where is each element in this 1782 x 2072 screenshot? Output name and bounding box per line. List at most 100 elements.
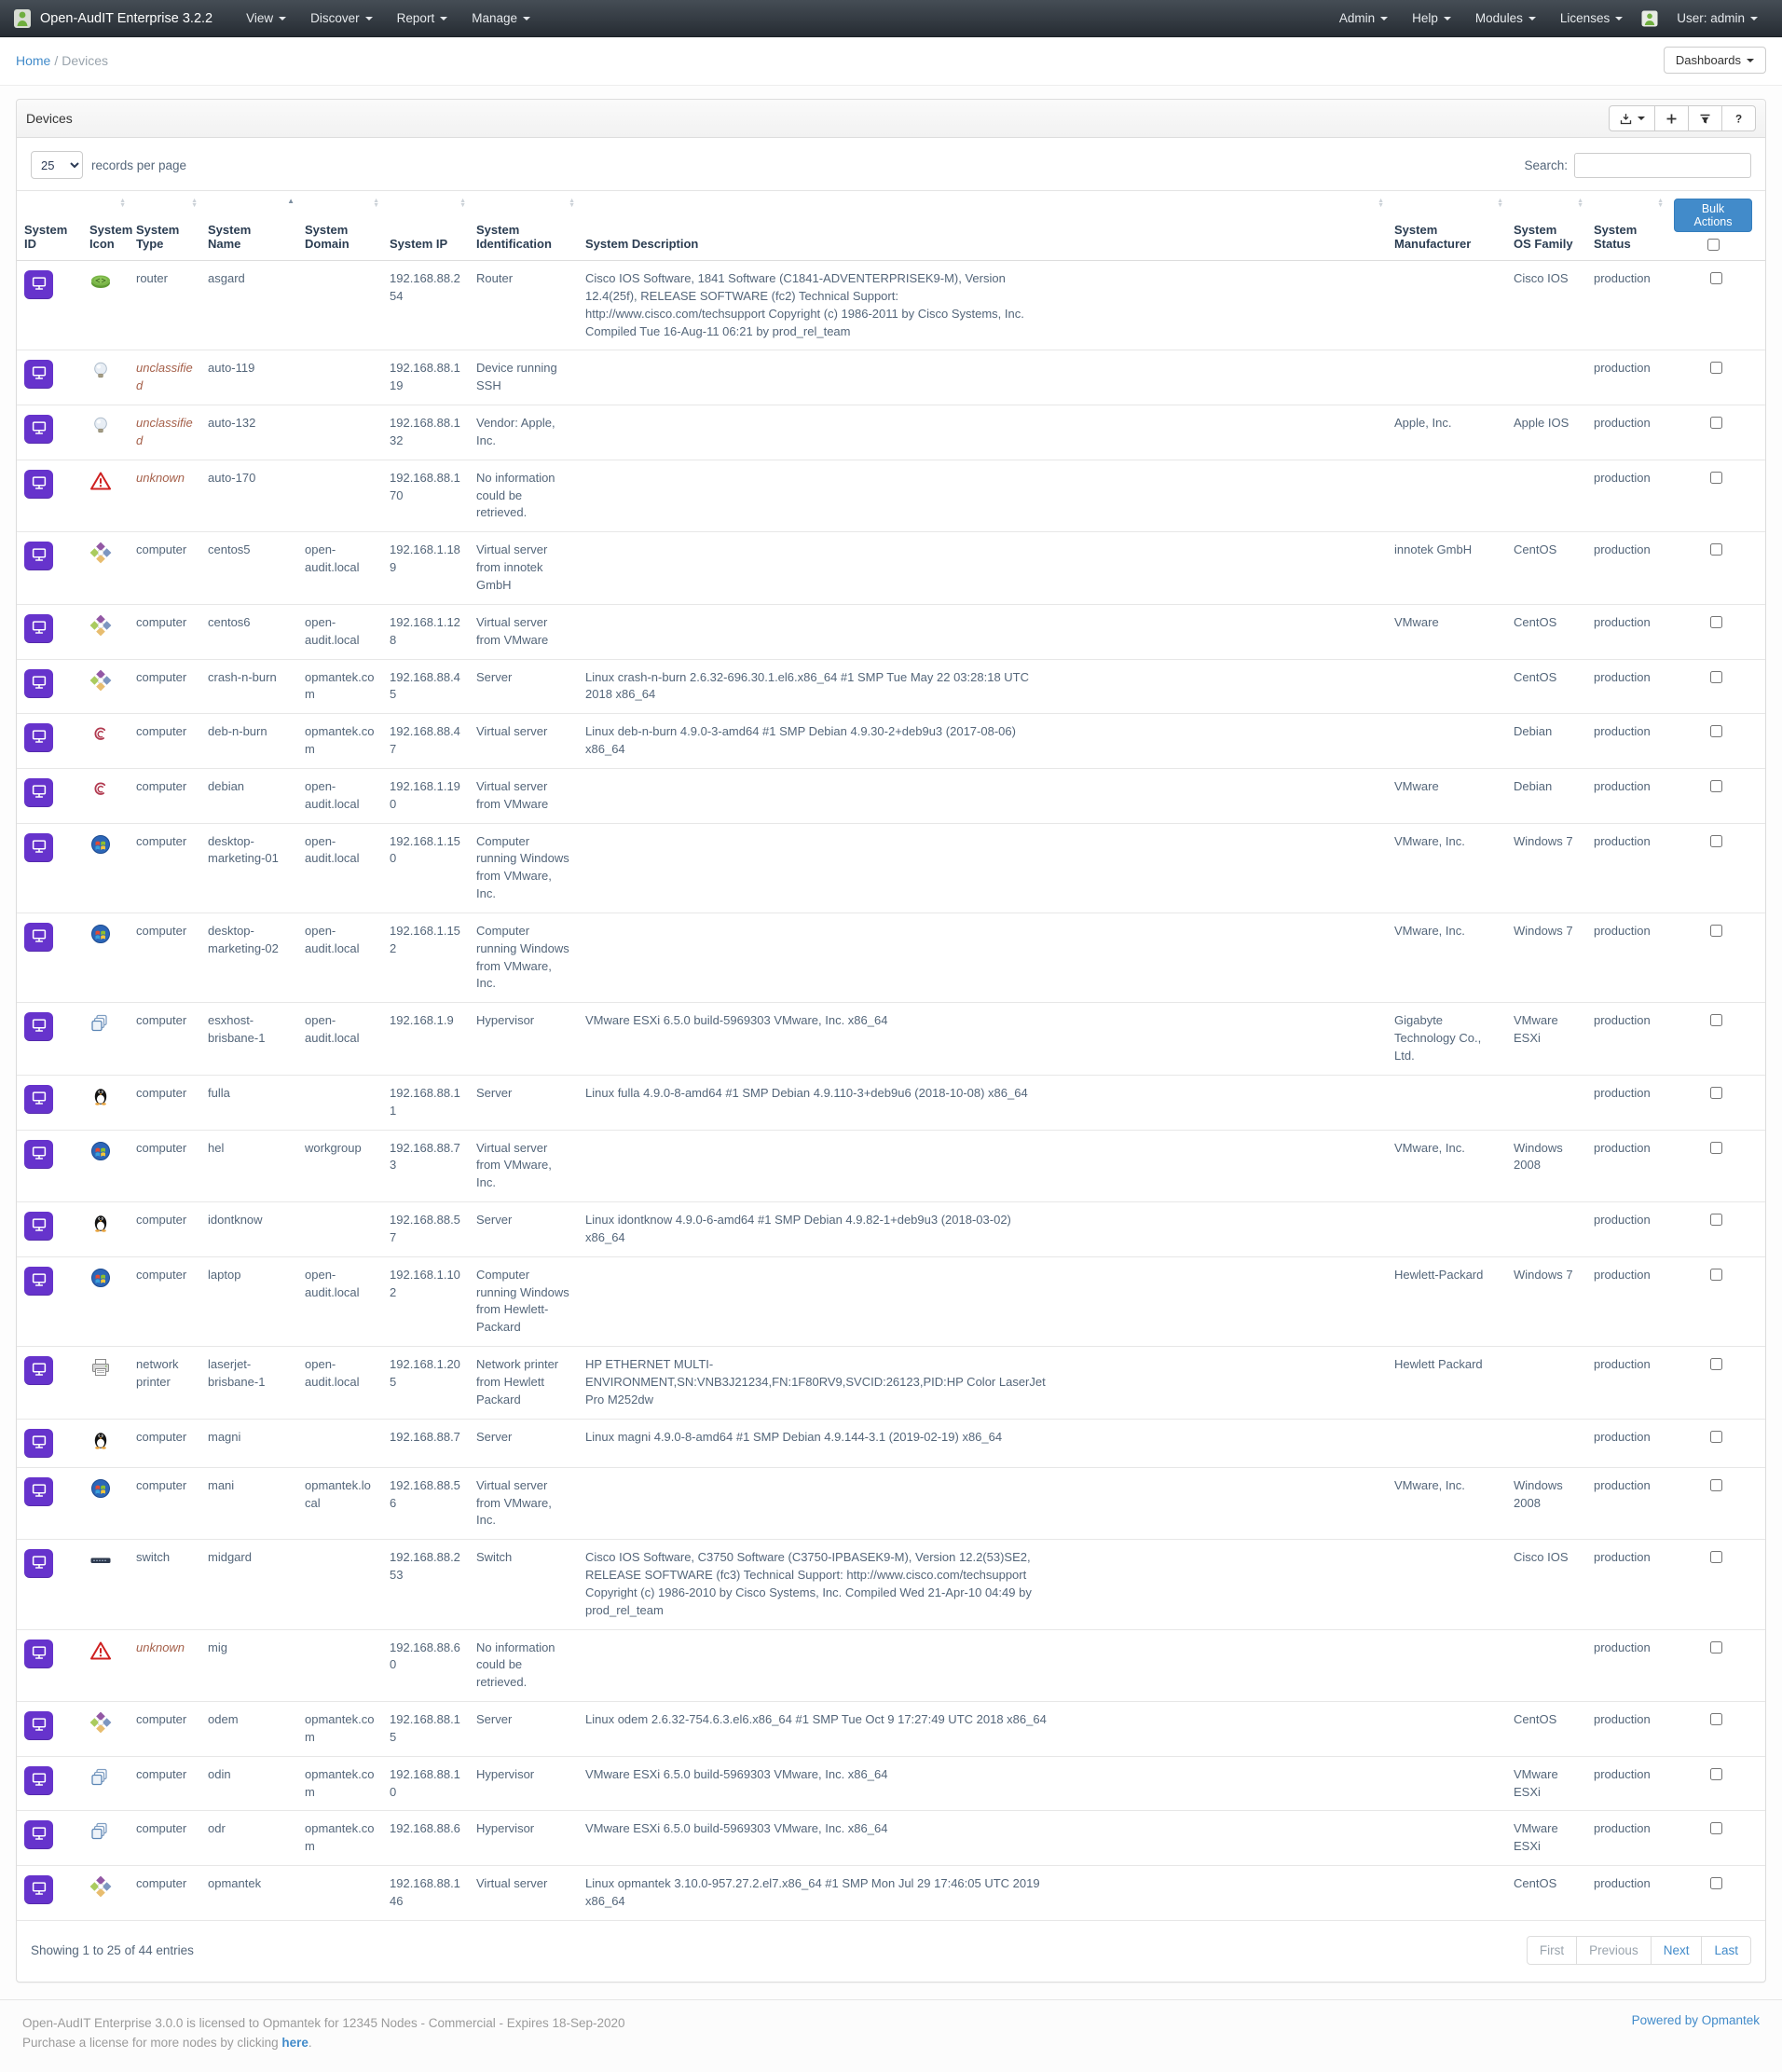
row-select-checkbox[interactable] <box>1709 1713 1722 1726</box>
device-details-button[interactable] <box>24 668 53 698</box>
column-header-system-ip[interactable]: System IP ▲ ▼ <box>382 190 469 261</box>
column-header-system-manufacturer[interactable]: System Manufacturer ▲ ▼ <box>1387 190 1506 261</box>
device-details-button[interactable] <box>24 1266 53 1296</box>
column-header-system-status[interactable]: System Status ▲ ▼ <box>1586 190 1666 261</box>
device-details-button[interactable] <box>24 1212 53 1242</box>
purchase-here-link[interactable]: here <box>281 2036 308 2050</box>
system-type: unclassified <box>129 350 200 405</box>
device-details-button[interactable] <box>24 1820 53 1850</box>
row-select-checkbox[interactable] <box>1709 670 1722 683</box>
monitor-icon <box>30 926 48 948</box>
device-details-button[interactable] <box>24 1356 53 1386</box>
breadcrumb-home-link[interactable]: Home <box>16 53 50 68</box>
dashboards-button[interactable]: Dashboards <box>1663 47 1766 74</box>
monitor-icon <box>30 419 48 440</box>
column-header-system-icon[interactable]: System Icon ▲ ▼ <box>82 190 132 261</box>
user-menu-label: User: admin <box>1677 11 1745 25</box>
row-select-checkbox[interactable] <box>1709 1430 1722 1443</box>
row-select-checkbox[interactable] <box>1709 1268 1722 1281</box>
select-all-checkbox[interactable] <box>1707 239 1720 251</box>
device-details-button[interactable] <box>24 1711 53 1741</box>
device-details-button[interactable] <box>24 1428 53 1458</box>
bulk-actions-button[interactable]: Bulk Actions <box>1674 199 1752 232</box>
device-details-button[interactable] <box>24 415 53 445</box>
row-select-checkbox[interactable] <box>1709 779 1722 792</box>
device-details-button[interactable] <box>24 542 53 571</box>
row-select-checkbox[interactable] <box>1709 471 1722 484</box>
device-details-button[interactable] <box>24 1639 53 1668</box>
column-label: System OS Family <box>1514 223 1573 251</box>
create-button[interactable] <box>1654 105 1689 131</box>
user-icon <box>1641 10 1658 27</box>
help-button[interactable]: ? <box>1721 105 1756 131</box>
device-details-button[interactable] <box>24 1139 53 1169</box>
menu-view[interactable]: View <box>235 2 297 34</box>
showing-entries-label: Showing 1 to 25 of 44 entries <box>31 1942 194 1957</box>
row-select-checkbox[interactable] <box>1709 1551 1722 1564</box>
device-details-button[interactable] <box>24 832 53 862</box>
device-details-button[interactable] <box>24 1084 53 1114</box>
row-select-checkbox[interactable] <box>1709 272 1722 284</box>
menu-admin[interactable]: Admin <box>1328 2 1399 34</box>
menu-discover[interactable]: Discover <box>299 2 384 34</box>
pagination-last-button[interactable]: Last <box>1701 1935 1751 1965</box>
system-name: centos6 <box>200 603 297 659</box>
device-details-button[interactable] <box>24 1765 53 1795</box>
column-header-system-name[interactable]: System Name ▲▼ <box>200 190 297 261</box>
filter-button[interactable] <box>1688 105 1722 131</box>
system-domain <box>297 1418 382 1468</box>
row-select-checkbox[interactable] <box>1709 1214 1722 1227</box>
row-select-checkbox[interactable] <box>1709 1014 1722 1027</box>
device-details-button[interactable] <box>24 1012 53 1042</box>
records-per-page-select[interactable]: 25 <box>31 151 83 179</box>
device-details-button[interactable] <box>24 469 53 499</box>
system-ip: 192.168.1.189 <box>382 531 469 605</box>
device-details-button[interactable] <box>24 613 53 643</box>
system-os-family: Windows 2008 <box>1506 1129 1586 1202</box>
powered-by-link[interactable]: Powered by Opmantek <box>1632 2013 1760 2027</box>
row-select-checkbox[interactable] <box>1709 543 1722 556</box>
centos-icon <box>89 1875 112 1898</box>
menu-report[interactable]: Report <box>386 2 459 34</box>
column-header-system-type[interactable]: System Type ▲ ▼ <box>129 190 200 261</box>
row-select-checkbox[interactable] <box>1709 924 1722 937</box>
row-select-checkbox[interactable] <box>1709 362 1722 375</box>
system-status: production <box>1586 912 1666 1003</box>
row-select-checkbox[interactable] <box>1709 725 1722 738</box>
row-select-checkbox[interactable] <box>1709 1141 1722 1154</box>
row-select-checkbox[interactable] <box>1709 417 1722 430</box>
row-select-checkbox[interactable] <box>1709 834 1722 847</box>
row-select-checkbox[interactable] <box>1709 1358 1722 1371</box>
column-header-system-os-family[interactable]: System OS Family ▲ ▼ <box>1506 190 1586 261</box>
device-details-button[interactable] <box>24 922 53 952</box>
row-select-checkbox[interactable] <box>1709 615 1722 628</box>
device-details-button[interactable] <box>24 270 53 299</box>
device-details-button[interactable] <box>24 1875 53 1905</box>
device-details-button[interactable] <box>24 723 53 753</box>
row-select-checkbox[interactable] <box>1709 1478 1722 1491</box>
menu-manage[interactable]: Manage <box>460 2 541 34</box>
column-header-system-identification[interactable]: System Identification ▲ ▼ <box>469 190 578 261</box>
row-select-checkbox[interactable] <box>1709 1086 1722 1099</box>
search-input[interactable] <box>1574 152 1751 178</box>
export-button[interactable] <box>1609 105 1655 131</box>
user-menu[interactable]: User: admin <box>1665 2 1769 34</box>
row-select-checkbox[interactable] <box>1709 1877 1722 1890</box>
column-header-system-description[interactable]: System Description ▲ ▼ <box>578 190 1387 261</box>
menu-licenses[interactable]: Licenses <box>1549 2 1634 34</box>
column-header-system-domain[interactable]: System Domain ▲ ▼ <box>297 190 382 261</box>
system-domain <box>297 261 382 350</box>
system-name: desktop-marketing-01 <box>200 822 297 913</box>
menu-help[interactable]: Help <box>1401 2 1462 34</box>
device-details-button[interactable] <box>24 360 53 390</box>
row-select-checkbox[interactable] <box>1709 1822 1722 1835</box>
device-details-button[interactable] <box>24 777 53 807</box>
menu-modules[interactable]: Modules <box>1464 2 1547 34</box>
row-select-checkbox[interactable] <box>1709 1767 1722 1780</box>
monitor-icon <box>30 1715 48 1736</box>
row-select-checkbox[interactable] <box>1709 1640 1722 1653</box>
windows-icon <box>89 1477 112 1500</box>
device-details-button[interactable] <box>24 1549 53 1579</box>
pagination-next-button[interactable]: Next <box>1650 1935 1703 1965</box>
device-details-button[interactable] <box>24 1476 53 1506</box>
